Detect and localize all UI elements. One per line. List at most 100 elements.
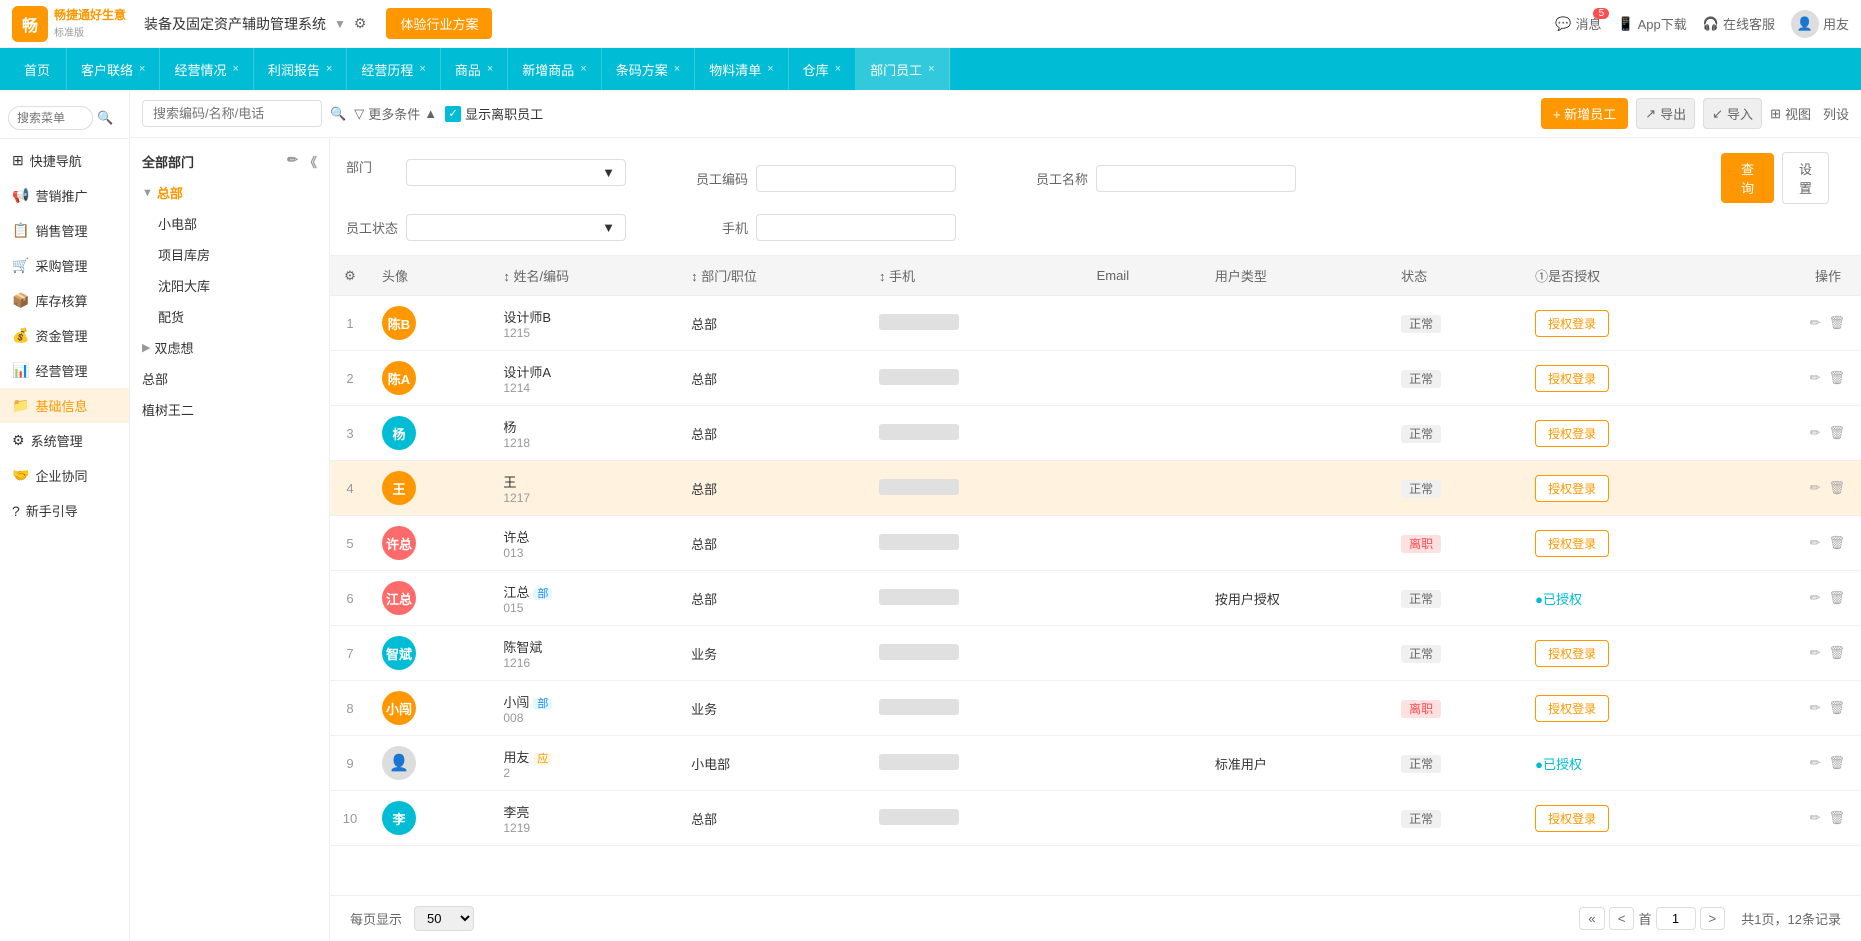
tab-close-icon[interactable]: ×: [835, 63, 841, 75]
nav-tab-首页[interactable]: 首页: [8, 48, 67, 90]
delete-icon[interactable]: 🗑: [1828, 425, 1845, 441]
search-icon[interactable]: 🔍: [330, 106, 346, 122]
tab-close-icon[interactable]: ×: [139, 63, 145, 75]
sidebar-item-quick-nav[interactable]: ⊞快捷导航: [0, 143, 129, 178]
page-input[interactable]: [1656, 907, 1696, 930]
emp-status-select[interactable]: ▼: [406, 214, 626, 241]
delete-icon[interactable]: 🗑: [1828, 810, 1845, 826]
grant-login-button[interactable]: 授权登录: [1535, 805, 1609, 832]
delete-icon[interactable]: 🗑: [1828, 480, 1845, 496]
sidebar-item-marketing[interactable]: 📢营销推广: [0, 178, 129, 213]
delete-icon[interactable]: 🗑: [1828, 645, 1845, 661]
delete-icon[interactable]: 🗑: [1828, 370, 1845, 386]
tab-close-icon[interactable]: ×: [674, 63, 680, 75]
delete-icon[interactable]: 🗑: [1828, 755, 1845, 771]
tab-close-icon[interactable]: ×: [928, 63, 934, 75]
settings-gear-icon[interactable]: ⚙: [354, 15, 367, 32]
edit-icon[interactable]: ✏: [1810, 810, 1821, 826]
grant-login-button[interactable]: 授权登录: [1535, 530, 1609, 557]
view-button[interactable]: ⊞ 视图: [1770, 104, 1811, 123]
import-button[interactable]: ↙ 导入: [1703, 98, 1762, 129]
next-page-button[interactable]: >: [1700, 907, 1726, 930]
grant-login-button[interactable]: 授权登录: [1535, 475, 1609, 502]
tab-close-icon[interactable]: ×: [767, 63, 773, 75]
delete-icon[interactable]: 🗑: [1828, 315, 1845, 331]
edit-icon[interactable]: ✏: [1810, 755, 1821, 771]
col-phone-th[interactable]: ↕ 手机: [867, 256, 1085, 296]
nav-tab-部门员工[interactable]: 部门员工×: [856, 48, 949, 90]
tab-close-icon[interactable]: ×: [419, 63, 425, 75]
sidebar-item-operations[interactable]: 📊经营管理: [0, 353, 129, 388]
online-service-item[interactable]: 🎧 在线客服: [1703, 14, 1775, 33]
dept-search-input[interactable]: [142, 100, 322, 127]
row-auth[interactable]: 授权登录: [1523, 351, 1728, 406]
edit-icon[interactable]: ✏: [1810, 370, 1821, 386]
grant-login-button[interactable]: 授权登录: [1535, 420, 1609, 447]
nav-tab-仓库[interactable]: 仓库×: [789, 48, 856, 90]
sidebar-item-basic[interactable]: 📁基础信息: [0, 388, 129, 423]
per-page-select[interactable]: 50 20 100: [414, 906, 474, 931]
grant-login-button[interactable]: 授权登录: [1535, 310, 1609, 337]
dept-select[interactable]: ▼: [406, 159, 626, 186]
row-auth[interactable]: 授权登录: [1523, 406, 1728, 461]
row-auth[interactable]: 授权登录: [1523, 461, 1728, 516]
sidebar-item-sales[interactable]: 📋销售管理: [0, 213, 129, 248]
row-auth[interactable]: 授权登录: [1523, 516, 1728, 571]
nav-tab-商品[interactable]: 商品×: [441, 48, 508, 90]
col-settings-th[interactable]: ⚙: [330, 256, 370, 296]
sidebar-item-system[interactable]: ⚙系统管理: [0, 423, 129, 458]
edit-icon[interactable]: ✏: [1810, 425, 1821, 441]
prev-page-button[interactable]: <: [1609, 907, 1635, 930]
add-employee-button[interactable]: + 新增员工: [1541, 98, 1628, 129]
emp-code-input[interactable]: [756, 165, 956, 192]
nav-tab-客户联络[interactable]: 客户联络×: [67, 48, 160, 90]
sidebar-item-purchase[interactable]: 🛒采购管理: [0, 248, 129, 283]
dept-tree-child-peihuo[interactable]: 配货: [130, 301, 329, 332]
tab-close-icon[interactable]: ×: [326, 63, 332, 75]
dept-tree-zongbu[interactable]: 总部: [130, 363, 329, 394]
all-dept-label[interactable]: 全部部门: [142, 152, 194, 171]
app-download-item[interactable]: 📱 App下载: [1617, 14, 1686, 33]
nav-tab-物料清单[interactable]: 物料清单×: [695, 48, 788, 90]
delete-icon[interactable]: 🗑: [1828, 700, 1845, 716]
dept-tree-child-shenyang[interactable]: 沈阳大库: [130, 270, 329, 301]
edit-icon[interactable]: ✏: [1810, 315, 1821, 331]
delete-icon[interactable]: 🗑: [1828, 590, 1845, 606]
edit-icon[interactable]: ✏: [1810, 700, 1821, 716]
grant-login-button[interactable]: 授权登录: [1535, 640, 1609, 667]
edit-icon[interactable]: ✏: [1810, 535, 1821, 551]
sidebar-item-finance[interactable]: 💰资金管理: [0, 318, 129, 353]
dept-tree-child-xiaodian[interactable]: 小电部: [130, 208, 329, 239]
trial-button[interactable]: 体验行业方案: [386, 8, 492, 39]
edit-icon[interactable]: ✏: [1810, 645, 1821, 661]
show-resigned-checkbox-wrap[interactable]: ✓ 显示离职员工: [445, 104, 543, 123]
row-auth[interactable]: 授权登录: [1523, 791, 1728, 846]
export-button[interactable]: ↗ 导出: [1636, 98, 1695, 129]
phone-input[interactable]: [756, 214, 956, 241]
nav-tab-经营情况[interactable]: 经营情况×: [160, 48, 253, 90]
message-item[interactable]: 💬 消息 5: [1555, 14, 1601, 33]
dept-tree-all[interactable]: ▼ 总部: [130, 177, 329, 208]
first-page-button[interactable]: «: [1579, 907, 1604, 930]
grant-login-button[interactable]: 授权登录: [1535, 695, 1609, 722]
tab-close-icon[interactable]: ×: [487, 63, 493, 75]
user-avatar-item[interactable]: 👤 用友: [1791, 10, 1849, 38]
col-dept-th[interactable]: ↕ 部门/职位: [679, 256, 867, 296]
nav-tab-利润报告[interactable]: 利润报告×: [254, 48, 347, 90]
nav-tab-经营历程[interactable]: 经营历程×: [347, 48, 440, 90]
row-auth[interactable]: 授权登录: [1523, 626, 1728, 681]
delete-icon[interactable]: 🗑: [1828, 535, 1845, 551]
nav-tab-新增商品[interactable]: 新增商品×: [508, 48, 601, 90]
edit-icon[interactable]: ✏: [1810, 590, 1821, 606]
sidebar-item-enterprise[interactable]: 🤝企业协同: [0, 458, 129, 493]
nav-tab-条码方案[interactable]: 条码方案×: [602, 48, 695, 90]
dept-edit-icon[interactable]: ✏: [287, 152, 298, 171]
show-resigned-checkbox[interactable]: ✓: [445, 106, 461, 122]
row-auth[interactable]: 授权登录: [1523, 681, 1728, 736]
dept-tree-shuanglvxiang[interactable]: ▶ 双虑想: [130, 332, 329, 363]
tab-close-icon[interactable]: ×: [232, 63, 238, 75]
dept-collapse-icon[interactable]: 《: [304, 152, 317, 171]
row-auth[interactable]: 授权登录: [1523, 296, 1728, 351]
reset-button[interactable]: 设置: [1782, 152, 1829, 204]
col-name-th[interactable]: ↕ 姓名/编码: [491, 256, 679, 296]
